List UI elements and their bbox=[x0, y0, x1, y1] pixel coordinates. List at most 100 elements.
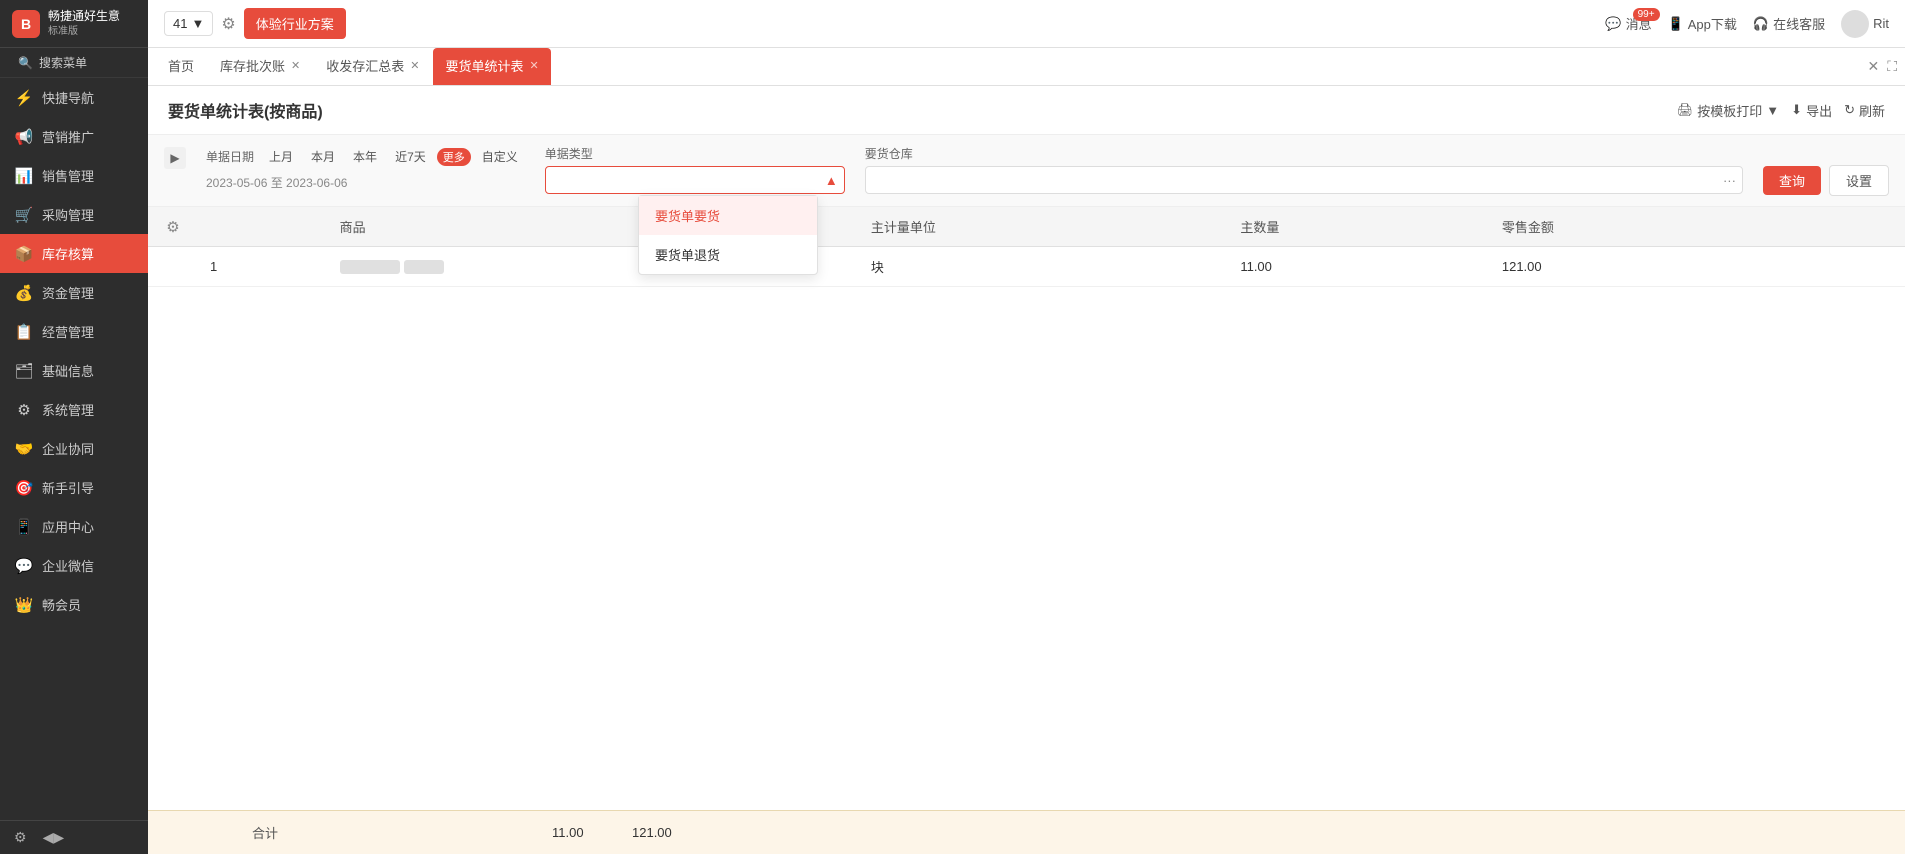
filter-expand-button[interactable]: ▶ bbox=[164, 147, 186, 169]
sidebar-search-label: 搜索菜单 bbox=[39, 54, 87, 71]
warehouse-more-icon[interactable]: ··· bbox=[1723, 173, 1736, 188]
sidebar-item-appcenter[interactable]: 📱 应用中心 bbox=[0, 507, 148, 546]
store-number: 41 bbox=[173, 16, 187, 31]
refresh-btn[interactable]: ↻ 刷新 bbox=[1844, 101, 1885, 120]
quick-nav-icon: ⚡ bbox=[14, 89, 34, 107]
sales-icon: 📊 bbox=[14, 167, 34, 185]
tab-actions: ✕ ⛶ bbox=[1867, 58, 1897, 75]
tab-batch-stock-close[interactable]: ✕ bbox=[291, 59, 300, 72]
col-unit: 主计量单位 bbox=[859, 207, 1228, 247]
sidebar-item-label: 系统管理 bbox=[42, 400, 94, 419]
row-qty: 11.00 bbox=[1228, 247, 1490, 287]
tab-order-stat[interactable]: 要货单统计表 ✕ bbox=[433, 48, 550, 85]
user-menu[interactable]: Rit bbox=[1841, 10, 1889, 38]
sidebar-item-operation[interactable]: 📋 经营管理 bbox=[0, 312, 148, 351]
product-placeholder2 bbox=[404, 260, 444, 274]
export-label: 导出 bbox=[1806, 101, 1832, 120]
print-dropdown-icon: ▼ bbox=[1766, 103, 1779, 118]
dropdown-icon: ▼ bbox=[191, 16, 204, 31]
sidebar-item-basic[interactable]: 🗂 基础信息 bbox=[0, 351, 148, 390]
purchase-icon: 🛒 bbox=[14, 206, 34, 224]
phone-icon: 📱 bbox=[1668, 16, 1684, 32]
app-download-label: App下载 bbox=[1688, 14, 1737, 33]
tab-home[interactable]: 首页 bbox=[156, 48, 206, 85]
sidebar-item-newguide[interactable]: 🎯 新手引导 bbox=[0, 468, 148, 507]
table-settings-col[interactable]: ⚙ bbox=[148, 207, 198, 247]
finance-icon: 💰 bbox=[14, 284, 34, 302]
col-qty: 主数量 bbox=[1228, 207, 1490, 247]
tab-bar: 首页 库存批次账 ✕ 收发存汇总表 ✕ 要货单统计表 ✕ ✕ ⛶ bbox=[148, 48, 1905, 86]
date-btn-last-month[interactable]: 上月 bbox=[262, 145, 300, 168]
date-btn-this-month[interactable]: 本月 bbox=[304, 145, 342, 168]
sidebar-item-label: 畅会员 bbox=[42, 595, 81, 614]
date-btn-this-year[interactable]: 本年 bbox=[346, 145, 384, 168]
sidebar-item-enterprise[interactable]: 🤝 企业协同 bbox=[0, 429, 148, 468]
dropdown-item-label: 要货单退货 bbox=[655, 248, 720, 263]
date-btn-custom[interactable]: 自定义 bbox=[475, 145, 525, 168]
sidebar-item-finance[interactable]: 💰 资金管理 bbox=[0, 273, 148, 312]
sidebar-logo: B 畅捷通好生意 标准版 bbox=[0, 0, 148, 48]
date-more-badge[interactable]: 更多 bbox=[437, 148, 471, 166]
tab-receivable-label: 收发存汇总表 bbox=[326, 56, 404, 75]
print-btn[interactable]: 🖨 按模板打印 ▼ bbox=[1677, 101, 1779, 120]
dropdown-item-order-return[interactable]: 要货单退货 bbox=[639, 235, 817, 274]
tab-expand[interactable]: ⛶ bbox=[1887, 58, 1897, 75]
sidebar-item-system[interactable]: ⚙ 系统管理 bbox=[0, 390, 148, 429]
warehouse-filter-group: 要货仓库 ··· bbox=[865, 145, 1743, 194]
tab-receivable-close[interactable]: ✕ bbox=[410, 59, 419, 72]
sidebar-item-label: 企业微信 bbox=[42, 556, 94, 575]
tab-batch-stock[interactable]: 库存批次账 ✕ bbox=[208, 48, 312, 85]
sidebar-item-inventory[interactable]: 📦 库存核算 bbox=[0, 234, 148, 273]
warehouse-input[interactable] bbox=[872, 173, 1719, 188]
page-header: 要货单统计表(按商品) 🖨 按模板打印 ▼ ⬇ 导出 ↻ 刷新 bbox=[148, 86, 1905, 135]
type-input[interactable] bbox=[552, 173, 821, 188]
sidebar-item-label: 销售管理 bbox=[42, 166, 94, 185]
settings-icon[interactable]: ⚙ bbox=[221, 14, 235, 34]
sidebar-item-wechat[interactable]: 💬 企业微信 bbox=[0, 546, 148, 585]
sidebar-search[interactable]: 🔍 搜索菜单 bbox=[0, 48, 148, 78]
export-icon: ⬇ bbox=[1791, 102, 1802, 118]
refresh-label: 刷新 bbox=[1859, 101, 1885, 120]
tab-home-label: 首页 bbox=[168, 56, 194, 75]
sidebar-collapse-icon[interactable]: ◀▶ bbox=[43, 829, 65, 846]
date-btn-7days[interactable]: 近7天 bbox=[388, 145, 433, 168]
tab-order-stat-close[interactable]: ✕ bbox=[530, 59, 539, 72]
sidebar-item-label: 应用中心 bbox=[42, 517, 94, 536]
row-index: 1 bbox=[198, 247, 328, 287]
logo-icon: B bbox=[12, 10, 40, 38]
sidebar-item-label: 资金管理 bbox=[42, 283, 94, 302]
dropdown-item-label: 要货单要货 bbox=[655, 209, 720, 224]
trial-button[interactable]: 体验行业方案 bbox=[244, 8, 346, 39]
sidebar-item-sales[interactable]: 📊 销售管理 bbox=[0, 156, 148, 195]
sidebar-item-member[interactable]: 👑 畅会员 bbox=[0, 585, 148, 624]
warehouse-input-row: ··· bbox=[865, 166, 1743, 194]
row-unit: 块 bbox=[859, 247, 1228, 287]
table-footer: 合计 11.00 121.00 bbox=[148, 810, 1905, 854]
sidebar-settings-icon[interactable]: ⚙ bbox=[14, 829, 27, 846]
product-placeholder bbox=[340, 260, 400, 274]
dropdown-item-order-goods[interactable]: 要货单要货 bbox=[639, 196, 817, 235]
sidebar-item-label: 快捷导航 bbox=[42, 88, 94, 107]
filter-settings-button[interactable]: 设置 bbox=[1829, 165, 1889, 196]
messages-action[interactable]: 💬 消息 99+ bbox=[1605, 14, 1651, 33]
app-download-action[interactable]: 📱 App下载 bbox=[1668, 14, 1737, 33]
refresh-icon: ↻ bbox=[1844, 102, 1855, 118]
query-button[interactable]: 查询 bbox=[1763, 166, 1821, 195]
col-extra bbox=[1805, 207, 1905, 247]
sidebar-item-quick-nav[interactable]: ⚡ 快捷导航 bbox=[0, 78, 148, 117]
table-row: 1 块 11.00 121.00 bbox=[148, 247, 1905, 287]
online-service-action[interactable]: 🎧 在线客服 bbox=[1753, 14, 1825, 33]
sidebar-bottom: ⚙ ◀▶ bbox=[0, 820, 148, 854]
tab-receivable[interactable]: 收发存汇总表 ✕ bbox=[314, 48, 431, 85]
sidebar-item-purchase[interactable]: 🛒 采购管理 bbox=[0, 195, 148, 234]
store-selector[interactable]: 41 ▼ bbox=[164, 11, 213, 36]
data-table: ⚙ 商品 主计量单位 主数量 零售金额 1 bbox=[148, 207, 1905, 287]
type-chevron-up-icon[interactable]: ▲ bbox=[825, 173, 838, 188]
sidebar-nav: ⚡ 快捷导航 📢 营销推广 📊 销售管理 🛒 采购管理 📦 库存核算 💰 资金管… bbox=[0, 78, 148, 820]
date-range-display: 2023-05-06 至 2023-06-06 bbox=[206, 174, 525, 191]
messages-badge: 99+ bbox=[1633, 8, 1660, 21]
user-name: Rit bbox=[1873, 16, 1889, 31]
tab-close-all[interactable]: ✕ bbox=[1867, 58, 1879, 75]
sidebar-item-marketing[interactable]: 📢 营销推广 bbox=[0, 117, 148, 156]
export-btn[interactable]: ⬇ 导出 bbox=[1791, 101, 1832, 120]
